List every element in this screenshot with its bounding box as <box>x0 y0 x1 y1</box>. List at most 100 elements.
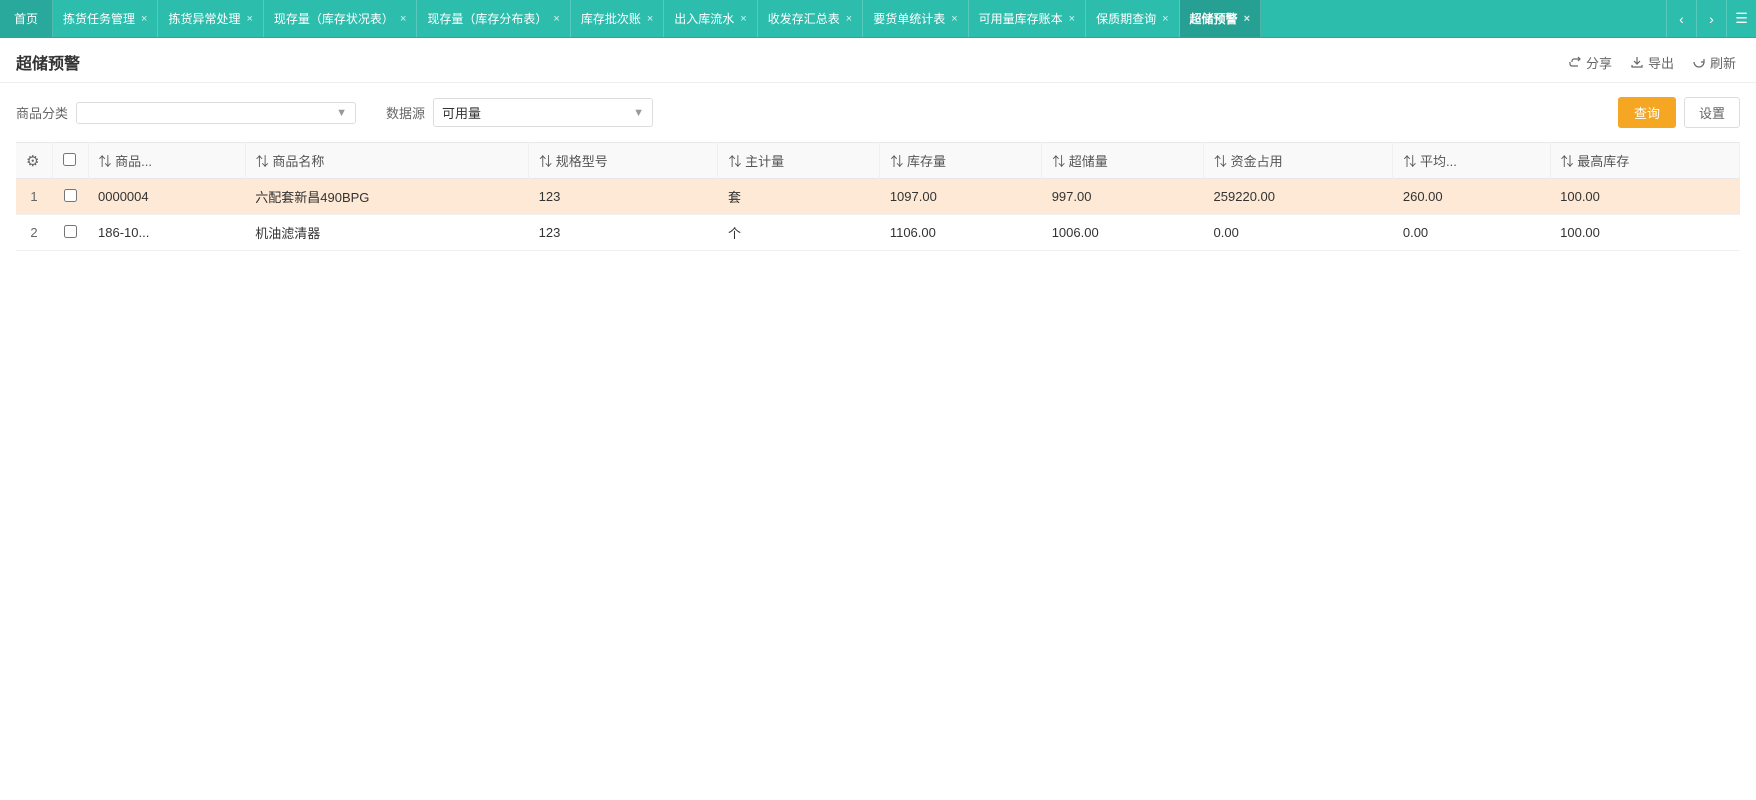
nav-tab-stock-dist-label: 现存量（库存分布表） <box>427 10 547 27</box>
col-capital-usage[interactable]: ⇅ 资金占用 <box>1204 143 1393 179</box>
col-spec-label: ⇅ 规格型号 <box>539 154 608 169</box>
avg: 260.00 <box>1393 179 1550 215</box>
close-icon[interactable]: × <box>1162 13 1168 25</box>
capital-usage: 259220.00 <box>1204 179 1393 215</box>
close-icon[interactable]: × <box>740 13 746 25</box>
col-stock-qty[interactable]: ⇅ 库存量 <box>880 143 1042 179</box>
category-label: 商品分类 <box>16 103 68 122</box>
capital-usage: 0.00 <box>1204 215 1393 251</box>
col-overstock-qty[interactable]: ⇅ 超储量 <box>1042 143 1204 179</box>
close-icon[interactable]: × <box>141 13 147 25</box>
nav-arrow-menu[interactable]: ☰ <box>1726 0 1756 37</box>
page-header: 超储预警 分享 导出 <box>0 38 1756 83</box>
product-name: 六配套新昌490BPG <box>245 179 528 215</box>
gear-icon[interactable]: ⚙ <box>26 153 39 170</box>
row-checkbox-cell <box>52 179 88 215</box>
nav-arrow-right[interactable]: › <box>1696 0 1726 37</box>
share-icon <box>1568 55 1582 69</box>
overstock-qty: 1006.00 <box>1042 215 1204 251</box>
nav-tab-order-stats[interactable]: 要货单统计表 × <box>863 0 968 37</box>
settings-button[interactable]: 设置 <box>1684 97 1740 128</box>
chevron-down-icon: ▼ <box>633 107 644 119</box>
data-table: ⚙ ⇅ 商品... ⇅ 商品名称 ⇅ 规格型号 ⇅ 主计量 <box>16 142 1740 251</box>
nav-arrows: ‹ › ☰ <box>1666 0 1756 37</box>
stock-qty: 1097.00 <box>880 179 1042 215</box>
nav-tab-order-stats-label: 要货单统计表 <box>873 10 945 27</box>
nav-tab-tuo-task[interactable]: 拣货任务管理 × <box>53 0 158 37</box>
col-product-code-label: ⇅ 商品... <box>99 154 152 169</box>
refresh-button[interactable]: 刷新 <box>1688 51 1740 74</box>
datasource-value: 可用量 <box>442 103 481 122</box>
nav-tab-stock-dist[interactable]: 现存量（库存分布表） × <box>417 0 570 37</box>
table-row: 1 0000004 六配套新昌490BPG 123 套 1097.00 997.… <box>16 179 1740 215</box>
nav-tab-tuo-abnormal[interactable]: 拣货异常处理 × <box>158 0 263 37</box>
nav-arrow-left[interactable]: ‹ <box>1666 0 1696 37</box>
nav-tab-tuo-task-label: 拣货任务管理 <box>63 10 135 27</box>
product-code: 0000004 <box>88 179 245 215</box>
category-select[interactable]: ▼ <box>76 102 356 124</box>
close-icon[interactable]: × <box>1069 13 1075 25</box>
filter-buttons: 查询 设置 <box>1618 97 1740 128</box>
overstock-qty: 997.00 <box>1042 179 1204 215</box>
max-stock: 100.00 <box>1550 179 1739 215</box>
top-nav: 首页 拣货任务管理 × 拣货异常处理 × 现存量（库存状况表） × 现存量（库存… <box>0 0 1756 38</box>
close-icon[interactable]: × <box>846 13 852 25</box>
close-icon[interactable]: × <box>951 13 957 25</box>
nav-tab-stock-status[interactable]: 现存量（库存状况表） × <box>264 0 417 37</box>
nav-tab-overstock-label: 超储预警 <box>1190 10 1238 27</box>
col-spec[interactable]: ⇅ 规格型号 <box>529 143 718 179</box>
table-body: 1 0000004 六配套新昌490BPG 123 套 1097.00 997.… <box>16 179 1740 251</box>
col-avg-label: ⇅ 平均... <box>1403 154 1456 169</box>
unit: 套 <box>718 179 880 215</box>
nav-tab-quality-check[interactable]: 保质期查询 × <box>1086 0 1179 37</box>
col-unit[interactable]: ⇅ 主计量 <box>718 143 880 179</box>
table-container: ⚙ ⇅ 商品... ⇅ 商品名称 ⇅ 规格型号 ⇅ 主计量 <box>0 142 1756 251</box>
nav-tab-inout-flow-label: 出入库流水 <box>674 10 734 27</box>
nav-tab-inout-flow[interactable]: 出入库流水 × <box>664 0 757 37</box>
table-row: 2 186-10... 机油滤清器 123 个 1106.00 1006.00 … <box>16 215 1740 251</box>
export-button[interactable]: 导出 <box>1626 51 1678 74</box>
col-avg[interactable]: ⇅ 平均... <box>1393 143 1550 179</box>
nav-tab-quality-check-label: 保质期查询 <box>1096 10 1156 27</box>
nav-tab-overstock[interactable]: 超储预警 × <box>1180 0 1261 37</box>
page-title: 超储预警 <box>16 50 80 74</box>
close-icon[interactable]: × <box>400 13 406 25</box>
col-capital-usage-label: ⇅ 资金占用 <box>1214 154 1283 169</box>
datasource-label: 数据源 <box>386 103 425 122</box>
nav-tab-stock-status-label: 现存量（库存状况表） <box>274 10 394 27</box>
chevron-down-icon: ▼ <box>336 107 347 119</box>
filter-area: 商品分类 ▼ 数据源 可用量 ▼ 查询 设置 <box>0 83 1756 142</box>
select-all-checkbox[interactable] <box>63 153 76 166</box>
row-checkbox[interactable] <box>64 225 77 238</box>
col-product-code[interactable]: ⇅ 商品... <box>88 143 245 179</box>
nav-tab-batch-account[interactable]: 库存批次账 × <box>571 0 664 37</box>
unit: 个 <box>718 215 880 251</box>
nav-tab-batch-account-label: 库存批次账 <box>581 10 641 27</box>
nav-tab-collect-summary-label: 收发存汇总表 <box>768 10 840 27</box>
col-unit-label: ⇅ 主计量 <box>728 154 784 169</box>
nav-tab-available-account[interactable]: 可用量库存账本 × <box>969 0 1086 37</box>
nav-tab-collect-summary[interactable]: 收发存汇总表 × <box>758 0 863 37</box>
home-label: 首页 <box>14 10 38 27</box>
row-checkbox-cell <box>52 215 88 251</box>
row-checkbox[interactable] <box>64 189 77 202</box>
col-max-stock[interactable]: ⇅ 最高库存 <box>1550 143 1739 179</box>
col-product-name[interactable]: ⇅ 商品名称 <box>245 143 528 179</box>
avg: 0.00 <box>1393 215 1550 251</box>
row-number: 2 <box>16 215 52 251</box>
export-icon <box>1630 55 1644 69</box>
close-icon[interactable]: × <box>246 13 252 25</box>
nav-tab-home[interactable]: 首页 <box>0 0 53 37</box>
close-icon[interactable]: × <box>647 13 653 25</box>
row-number: 1 <box>16 179 52 215</box>
stock-qty: 1106.00 <box>880 215 1042 251</box>
col-settings[interactable]: ⚙ <box>16 143 52 179</box>
close-icon[interactable]: × <box>1244 13 1250 25</box>
header-actions: 分享 导出 刷新 <box>1564 51 1740 74</box>
share-button[interactable]: 分享 <box>1564 51 1616 74</box>
close-icon[interactable]: × <box>553 13 559 25</box>
datasource-select[interactable]: 可用量 ▼ <box>433 98 653 127</box>
nav-tab-tuo-abnormal-label: 拣货异常处理 <box>168 10 240 27</box>
query-button[interactable]: 查询 <box>1618 97 1676 128</box>
col-stock-qty-label: ⇅ 库存量 <box>890 154 946 169</box>
